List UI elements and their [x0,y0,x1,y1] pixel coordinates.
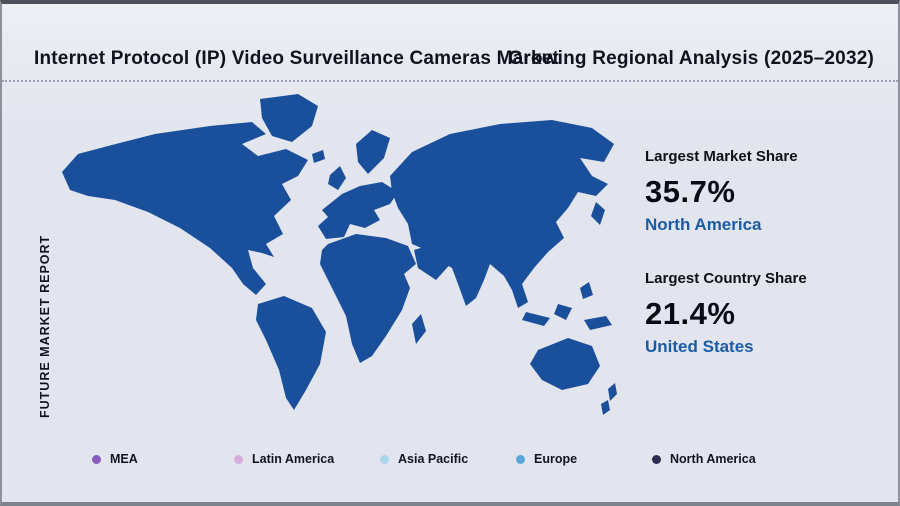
legend-dot-icon [516,454,525,464]
legend-label: Asia Pacific [398,452,469,466]
legend-label: MEA [110,452,138,466]
legend-dot-icon [380,454,389,464]
page-title-left: Internet Protocol (IP) Video Surveillanc… [34,48,560,69]
legend-item-latin-america: Latin America [234,452,334,466]
world-map-svg [62,94,617,415]
stat-value: 35.7% [645,174,736,209]
legend-item-mea: MEA [92,452,138,466]
legend-item-europe: Europe [516,452,577,466]
stat-label: Largest Market Share [645,148,798,165]
legend-label: Latin America [252,452,335,466]
stat-region: United States [645,337,754,356]
legend-label: Europe [534,452,578,466]
legend-label: North America [670,452,756,466]
stat-label: Largest Country Share [645,270,807,287]
page-title-right: Growing Regional Analysis (2025–2032) [508,48,874,69]
stat-largest-market-share: Largest Market Share 35.7% North America [645,148,885,235]
stat-region: North America [645,215,762,234]
legend-dot-icon [652,454,661,464]
world-map [60,92,620,428]
legend-dot-icon [92,454,101,464]
legend-item-asia-pacific: Asia Pacific [380,452,468,466]
stat-value: 21.4% [645,296,736,331]
infographic-frame: Internet Protocol (IP) Video Surveillanc… [0,0,900,506]
dotted-divider [2,80,898,82]
brand-watermark: FUTURE MARKET REPORT [38,234,52,418]
legend-dot-icon [234,454,243,464]
stat-largest-country-share: Largest Country Share 21.4% United State… [645,270,885,357]
legend-item-north-america: North America [652,452,756,466]
world-map-landmass [62,94,617,415]
